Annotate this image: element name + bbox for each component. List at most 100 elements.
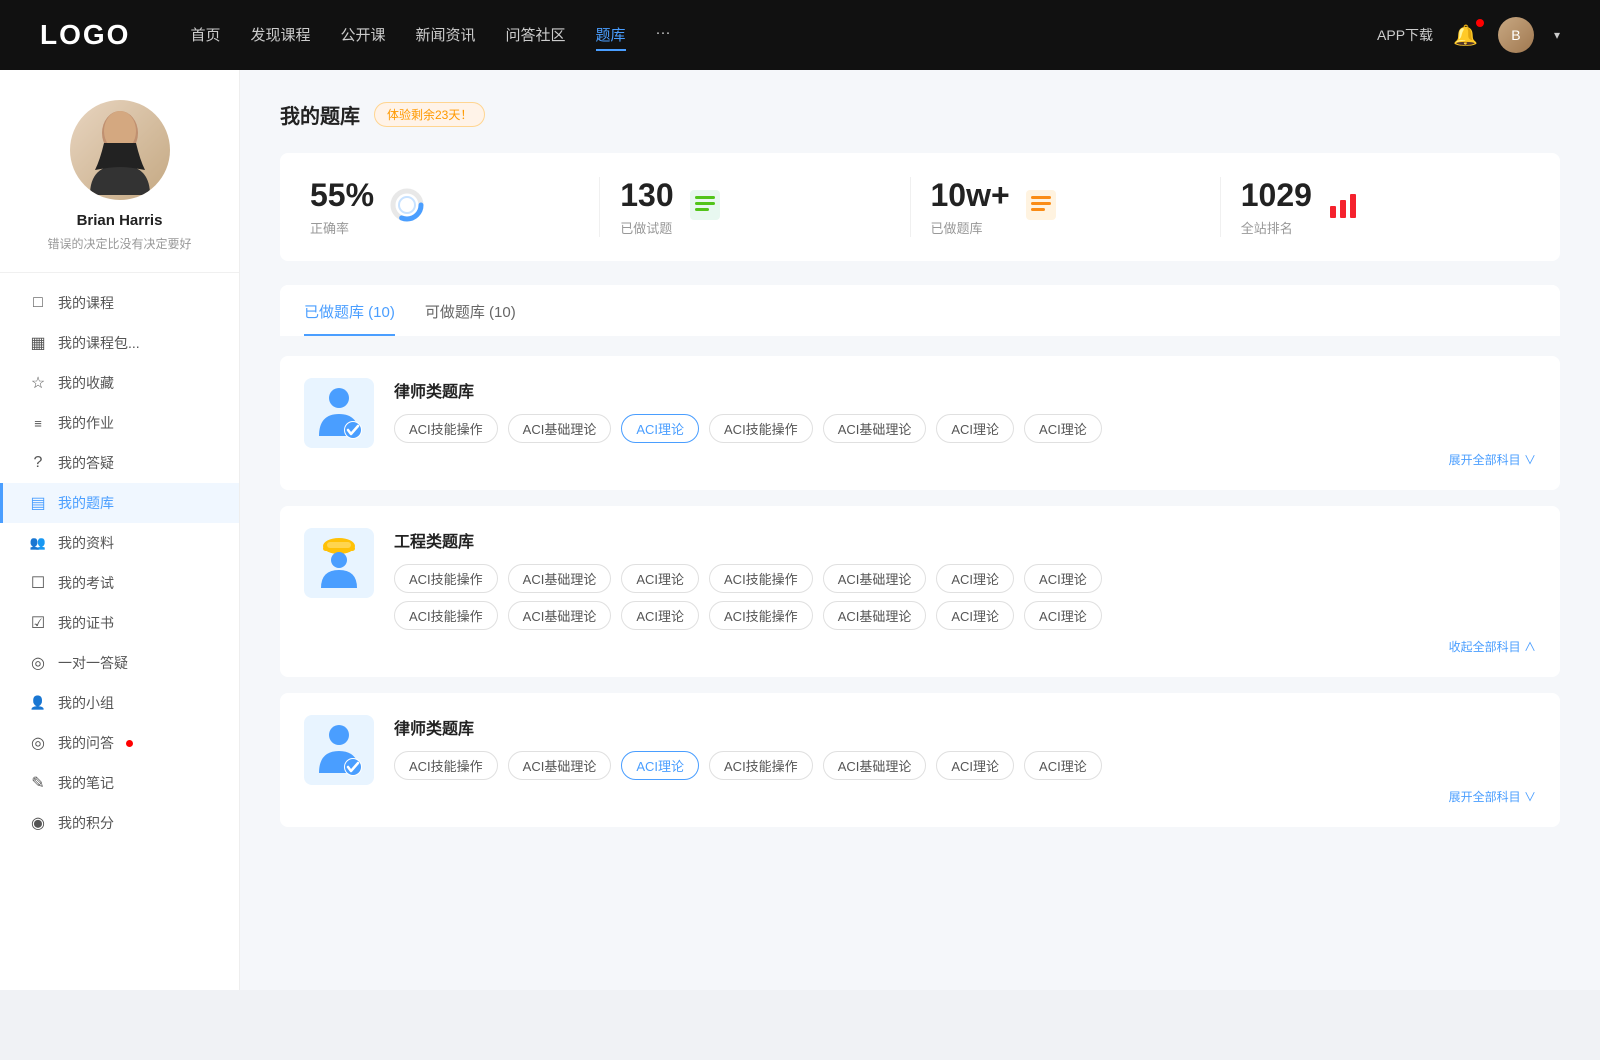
points-icon: ◉ [28,813,48,833]
tag-1-4[interactable]: ACI基础理论 [823,564,927,593]
tag-2-4[interactable]: ACI基础理论 [823,751,927,780]
tag-0-0[interactable]: ACI技能操作 [394,414,498,443]
stat-questions-done-label: 已做试题 [620,218,673,237]
tag-1-r2-3[interactable]: ACI技能操作 [709,601,813,630]
tag-1-r2-6[interactable]: ACI理论 [1024,601,1102,630]
stat-banks-done: 10w+ 已做题库 [911,177,1221,237]
tag-2-5[interactable]: ACI理论 [936,751,1014,780]
sidebar-item-qa[interactable]: ? 我的答疑 [0,443,239,483]
donut-chart [388,186,426,224]
tab-done[interactable]: 已做题库 (10) [304,301,395,336]
sidebar-label-homework: 我的作业 [58,413,114,433]
tag-1-5[interactable]: ACI理论 [936,564,1014,593]
tag-1-1[interactable]: ACI基础理论 [508,564,612,593]
sidebar-item-course[interactable]: □ 我的课程 [0,283,239,323]
sidebar-item-bank[interactable]: ▤ 我的题库 [0,483,239,523]
profile-avatar [70,100,170,200]
sidebar-item-one-one[interactable]: ◎ 一对一答疑 [0,643,239,683]
stat-rank-value: 1029 [1241,177,1312,214]
tag-0-4[interactable]: ACI基础理论 [823,414,927,443]
sidebar-item-points[interactable]: ◉ 我的积分 [0,803,239,843]
bank-card-1-icon [304,528,374,598]
sidebar-item-question[interactable]: ◎ 我的问答 [0,723,239,763]
sidebar-item-profile[interactable]: 👥 我的资料 [0,523,239,563]
bank-card-0-icon [304,378,374,448]
tab-available[interactable]: 可做题库 (10) [425,301,516,336]
main-layout: Brian Harris 错误的决定比没有决定要好 □ 我的课程 ▦ 我的课程包… [0,70,1600,990]
sidebar-item-exam[interactable]: ☐ 我的考试 [0,563,239,603]
bank-card-0-expand[interactable]: 展开全部科目 ∨ [394,451,1536,468]
sidebar-item-homework[interactable]: ≡ 我的作业 [0,403,239,443]
page-title: 我的题库 [280,100,360,129]
stat-banks-done-value: 10w+ [931,177,1010,214]
tag-1-6[interactable]: ACI理论 [1024,564,1102,593]
nav-bank[interactable]: 题库 [596,20,626,51]
bank-card-1-collapse[interactable]: 收起全部科目 ∧ [394,638,1536,655]
tag-1-r2-5[interactable]: ACI理论 [936,601,1014,630]
sidebar-label-group: 我的小组 [58,693,114,713]
chart-red-icon [1326,188,1360,222]
bank-icon: ▤ [28,493,48,513]
sidebar-item-notes[interactable]: ✎ 我的笔记 [0,763,239,803]
tabs-container: 已做题库 (10) 可做题库 (10) [280,285,1560,336]
notification-bell[interactable]: 🔔 [1453,23,1478,48]
tag-1-0[interactable]: ACI技能操作 [394,564,498,593]
tag-0-1[interactable]: ACI基础理论 [508,414,612,443]
sidebar-label-notes: 我的笔记 [58,773,114,793]
avatar-image [80,105,160,195]
sidebar-label-qa: 我的答疑 [58,453,114,473]
user-motto: 错误的决定比没有决定要好 [20,235,219,252]
list-green-icon [688,188,722,222]
tag-2-1[interactable]: ACI基础理论 [508,751,612,780]
nav-news[interactable]: 新闻资讯 [416,20,476,51]
stat-rank-label: 全站排名 [1241,218,1312,237]
nav-qa[interactable]: 问答社区 [506,20,566,51]
tag-2-2[interactable]: ACI理论 [621,751,699,780]
sidebar-label-course: 我的课程 [58,293,114,313]
questions-done-icon [688,188,722,227]
sidebar-label-points: 我的积分 [58,813,114,833]
question-dot [126,740,133,747]
tag-0-6[interactable]: ACI理论 [1024,414,1102,443]
tag-0-3[interactable]: ACI技能操作 [709,414,813,443]
avatar[interactable]: B [1498,17,1534,53]
stat-rank-value-wrap: 1029 全站排名 [1241,177,1312,237]
one-one-icon: ◎ [28,653,48,673]
trial-badge: 体验剩余23天！ [374,102,485,127]
chevron-down-icon[interactable]: ▾ [1554,28,1560,42]
sidebar-item-course-pack[interactable]: ▦ 我的课程包... [0,323,239,363]
app-download-button[interactable]: APP下载 [1377,25,1433,45]
sidebar-item-group[interactable]: 👤 我的小组 [0,683,239,723]
tag-2-6[interactable]: ACI理论 [1024,751,1102,780]
tag-1-3[interactable]: ACI技能操作 [709,564,813,593]
sidebar-item-certificate[interactable]: ☑ 我的证书 [0,603,239,643]
bank-card-0-body: 律师类题库 ACI技能操作 ACI基础理论 ACI理论 ACI技能操作 ACI基… [394,378,1536,468]
bank-card-1-title: 工程类题库 [394,528,1536,552]
tag-2-3[interactable]: ACI技能操作 [709,751,813,780]
tag-1-r2-0[interactable]: ACI技能操作 [394,601,498,630]
homework-icon: ≡ [28,416,48,431]
notification-badge [1476,19,1484,27]
stat-rank: 1029 全站排名 [1221,177,1530,237]
tag-0-5[interactable]: ACI理论 [936,414,1014,443]
avatar-initial: B [1511,27,1520,43]
bank-card-2-expand[interactable]: 展开全部科目 ∨ [394,788,1536,805]
nav-discover[interactable]: 发现课程 [250,20,310,51]
tag-1-r2-4[interactable]: ACI基础理论 [823,601,927,630]
bank-card-0: 律师类题库 ACI技能操作 ACI基础理论 ACI理论 ACI技能操作 ACI基… [280,356,1560,490]
engineer-icon [313,534,365,592]
tag-1-r2-1[interactable]: ACI基础理论 [508,601,612,630]
main-content: 我的题库 体验剩余23天！ 55% 正确率 [240,70,1600,990]
tag-1-r2-2[interactable]: ACI理论 [621,601,699,630]
tag-1-2[interactable]: ACI理论 [621,564,699,593]
nav-menu: 首页 发现课程 公开课 新闻资讯 问答社区 题库 ··· [190,20,1377,51]
nav-home[interactable]: 首页 [190,20,220,51]
nav-more[interactable]: ··· [656,20,671,51]
exam-icon: ☐ [28,573,48,593]
nav-open-course[interactable]: 公开课 [340,20,385,51]
rank-icon [1326,188,1360,227]
favorite-icon: ☆ [28,373,48,393]
sidebar-item-favorite[interactable]: ☆ 我的收藏 [0,363,239,403]
tag-2-0[interactable]: ACI技能操作 [394,751,498,780]
tag-0-2[interactable]: ACI理论 [621,414,699,443]
